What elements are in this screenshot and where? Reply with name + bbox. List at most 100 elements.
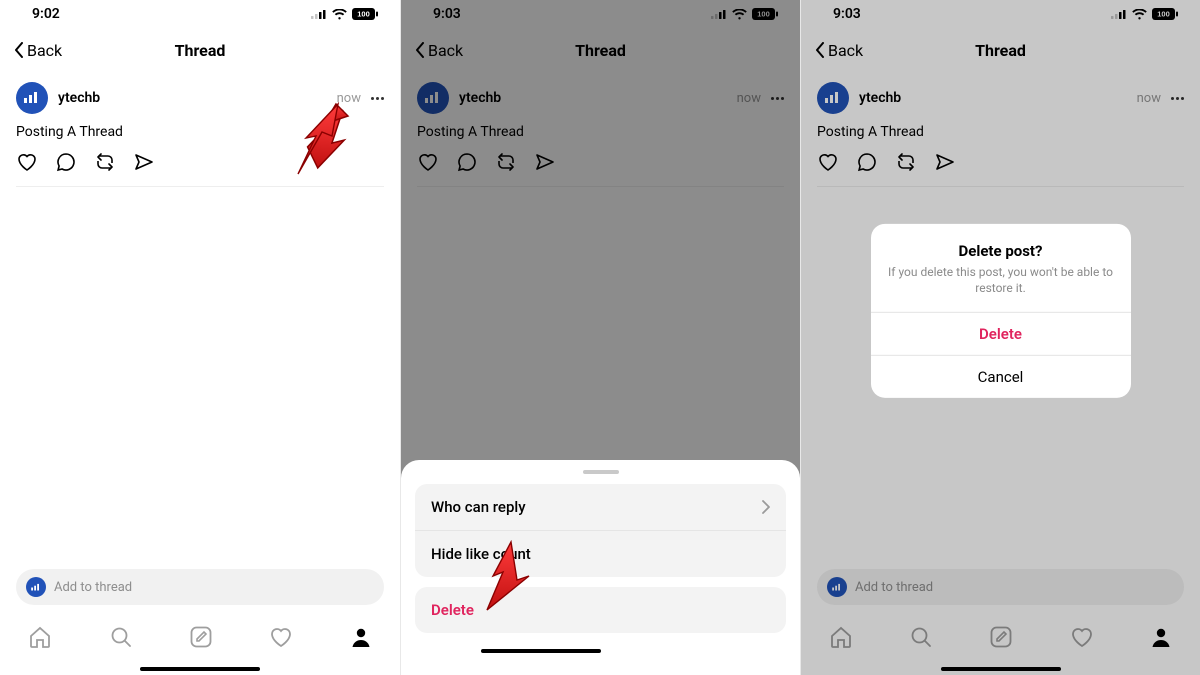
- tab-search-icon[interactable]: [109, 625, 133, 649]
- post-actions: [16, 152, 384, 172]
- header: Back Thread: [801, 28, 1200, 72]
- divider: [417, 186, 784, 187]
- more-button[interactable]: [771, 97, 784, 100]
- screen-1: 9:02 100 Back Thread ytechb now Posting …: [0, 0, 400, 675]
- thread-post: ytechb now Posting A Thread: [801, 72, 1200, 172]
- reply-icon[interactable]: [857, 152, 877, 172]
- sheet-item-label: Who can reply: [431, 498, 526, 516]
- more-button[interactable]: [1171, 97, 1184, 100]
- reply-icon[interactable]: [457, 152, 477, 172]
- status-icons: 100: [1111, 8, 1178, 20]
- repost-icon[interactable]: [895, 153, 917, 171]
- username[interactable]: ytechb: [459, 90, 501, 106]
- status-icons: 100: [311, 8, 378, 20]
- like-icon[interactable]: [417, 152, 439, 172]
- tab-profile-icon[interactable]: [1150, 626, 1172, 648]
- like-icon[interactable]: [16, 152, 38, 172]
- post-timestamp: now: [737, 91, 761, 106]
- battery-icon: 100: [352, 8, 378, 20]
- cellular-icon: [711, 9, 727, 19]
- add-thread-placeholder: Add to thread: [54, 580, 132, 595]
- sheet-handle[interactable]: [583, 470, 619, 474]
- wifi-icon: [332, 9, 347, 20]
- back-button[interactable]: Back: [401, 41, 463, 60]
- post-actions: [817, 152, 1184, 172]
- tab-activity-icon[interactable]: [1070, 626, 1094, 648]
- home-indicator: [140, 667, 260, 671]
- reply-icon[interactable]: [56, 152, 76, 172]
- tab-profile-icon[interactable]: [350, 626, 372, 648]
- post-actions: [417, 152, 784, 172]
- action-sheet: Who can reply Hide like count Delete: [401, 460, 800, 675]
- share-icon[interactable]: [535, 153, 555, 171]
- alert-delete-button[interactable]: Delete: [871, 312, 1131, 355]
- wifi-icon: [1132, 9, 1147, 20]
- back-button[interactable]: Back: [801, 41, 863, 60]
- thread-post: ytechb now Posting A Thread: [401, 72, 800, 172]
- add-thread-input[interactable]: Add to thread: [16, 569, 384, 605]
- tab-bar: [0, 613, 400, 661]
- status-time: 9:03: [833, 6, 861, 22]
- svg-text:100: 100: [357, 10, 370, 19]
- home-indicator: [941, 667, 1061, 671]
- status-bar: 9:03 100: [401, 0, 800, 28]
- battery-icon: 100: [1152, 8, 1178, 20]
- cellular-icon: [1111, 9, 1127, 19]
- post-body: Posting A Thread: [817, 124, 1184, 140]
- username[interactable]: ytechb: [859, 90, 901, 106]
- add-thread-input[interactable]: Add to thread: [817, 569, 1184, 605]
- back-label: Back: [428, 41, 463, 60]
- avatar-small: [827, 577, 847, 597]
- share-icon[interactable]: [935, 153, 955, 171]
- tab-search-icon[interactable]: [909, 625, 933, 649]
- repost-icon[interactable]: [94, 153, 116, 171]
- username[interactable]: ytechb: [58, 90, 100, 106]
- thread-post: ytechb now Posting A Thread: [0, 72, 400, 172]
- avatar[interactable]: [817, 82, 849, 114]
- screen-2: 9:03 100 Back Thread ytechb now Posting …: [400, 0, 800, 675]
- post-body: Posting A Thread: [417, 124, 784, 140]
- divider: [16, 186, 384, 187]
- tab-home-icon[interactable]: [829, 625, 853, 649]
- sheet-item-label: Delete: [431, 601, 474, 619]
- chevron-left-icon: [815, 42, 825, 58]
- status-time: 9:02: [32, 6, 60, 22]
- more-button[interactable]: [371, 97, 384, 100]
- tab-home-icon[interactable]: [28, 625, 52, 649]
- status-time: 9:03: [433, 6, 461, 22]
- header: Back Thread: [0, 28, 400, 72]
- svg-text:100: 100: [1157, 10, 1170, 19]
- sheet-hide-like-count[interactable]: Hide like count: [415, 530, 786, 577]
- chevron-right-icon: [762, 500, 770, 514]
- share-icon[interactable]: [134, 153, 154, 171]
- wifi-icon: [732, 9, 747, 20]
- avatar-small: [26, 577, 46, 597]
- delete-alert: Delete post? If you delete this post, yo…: [871, 223, 1131, 397]
- cellular-icon: [311, 9, 327, 19]
- sheet-item-label: Hide like count: [431, 545, 531, 563]
- back-button[interactable]: Back: [0, 41, 62, 60]
- post-body: Posting A Thread: [16, 124, 384, 140]
- sheet-who-can-reply[interactable]: Who can reply: [415, 484, 786, 530]
- alert-message: If you delete this post, you won't be ab…: [871, 263, 1131, 311]
- battery-icon: 100: [752, 8, 778, 20]
- like-icon[interactable]: [817, 152, 839, 172]
- tab-compose-icon[interactable]: [189, 625, 213, 649]
- avatar[interactable]: [16, 82, 48, 114]
- tab-compose-icon[interactable]: [989, 625, 1013, 649]
- tab-activity-icon[interactable]: [269, 626, 293, 648]
- svg-text:100: 100: [757, 10, 770, 19]
- divider: [817, 186, 1184, 187]
- back-label: Back: [828, 41, 863, 60]
- header: Back Thread: [401, 28, 800, 72]
- tab-bar: [801, 613, 1200, 661]
- post-timestamp: now: [1137, 91, 1161, 106]
- chevron-left-icon: [415, 42, 425, 58]
- chevron-left-icon: [14, 42, 24, 58]
- avatar[interactable]: [417, 82, 449, 114]
- alert-cancel-button[interactable]: Cancel: [871, 355, 1131, 398]
- add-thread-placeholder: Add to thread: [855, 580, 933, 595]
- repost-icon[interactable]: [495, 153, 517, 171]
- home-indicator: [481, 649, 601, 653]
- sheet-delete[interactable]: Delete: [415, 587, 786, 633]
